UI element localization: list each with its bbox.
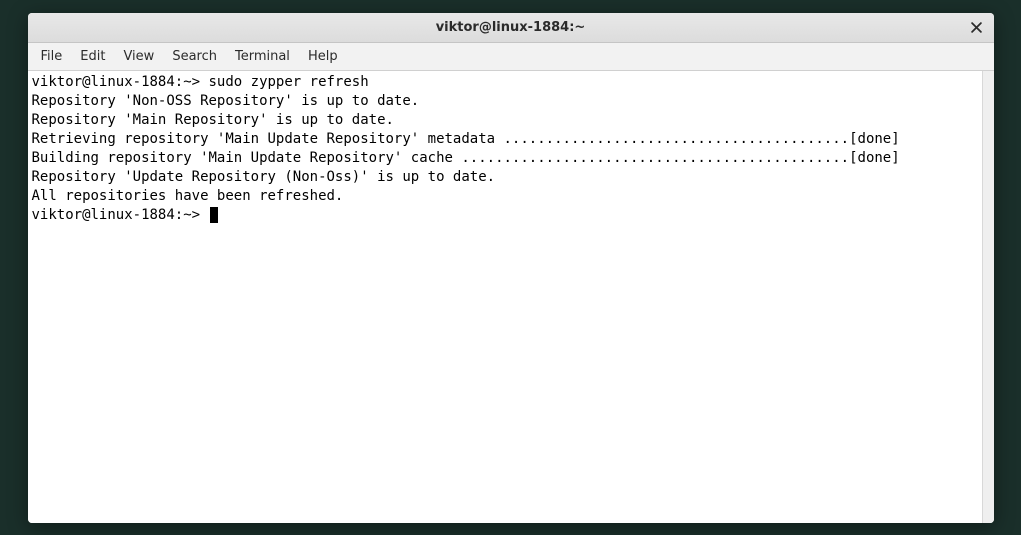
terminal-line: Repository 'Main Repository' is up to da…	[32, 112, 394, 128]
terminal-prompt: viktor@linux-1884:~>	[32, 207, 209, 223]
menu-edit[interactable]: Edit	[71, 43, 114, 70]
terminal-line: Repository 'Update Repository (Non-Oss)'…	[32, 169, 496, 185]
menu-label: File	[41, 49, 63, 64]
terminal-window: viktor@linux-1884:~ File Edit View Searc…	[28, 13, 994, 523]
titlebar[interactable]: viktor@linux-1884:~	[28, 13, 994, 43]
terminal-line: Repository 'Non-OSS Repository' is up to…	[32, 93, 420, 109]
menu-label: Edit	[80, 49, 105, 64]
menu-label: Terminal	[235, 49, 290, 64]
terminal-output[interactable]: viktor@linux-1884:~> sudo zypper refresh…	[28, 71, 994, 523]
window-title: viktor@linux-1884:~	[436, 20, 586, 35]
menubar: File Edit View Search Terminal Help	[28, 43, 994, 71]
menu-terminal[interactable]: Terminal	[226, 43, 299, 70]
menu-label: View	[123, 49, 154, 64]
close-button[interactable]	[966, 16, 988, 38]
menu-view[interactable]: View	[114, 43, 163, 70]
scrollbar[interactable]	[982, 71, 994, 523]
terminal-cursor	[210, 207, 218, 223]
menu-help[interactable]: Help	[299, 43, 347, 70]
close-icon	[971, 22, 982, 33]
menu-label: Help	[308, 49, 338, 64]
menu-search[interactable]: Search	[163, 43, 226, 70]
terminal-line: Building repository 'Main Update Reposit…	[32, 150, 900, 166]
terminal-line: viktor@linux-1884:~> sudo zypper refresh	[32, 74, 369, 90]
terminal-line: All repositories have been refreshed.	[32, 188, 344, 204]
menu-label: Search	[172, 49, 217, 64]
menu-file[interactable]: File	[32, 43, 72, 70]
terminal-line: Retrieving repository 'Main Update Repos…	[32, 131, 900, 147]
